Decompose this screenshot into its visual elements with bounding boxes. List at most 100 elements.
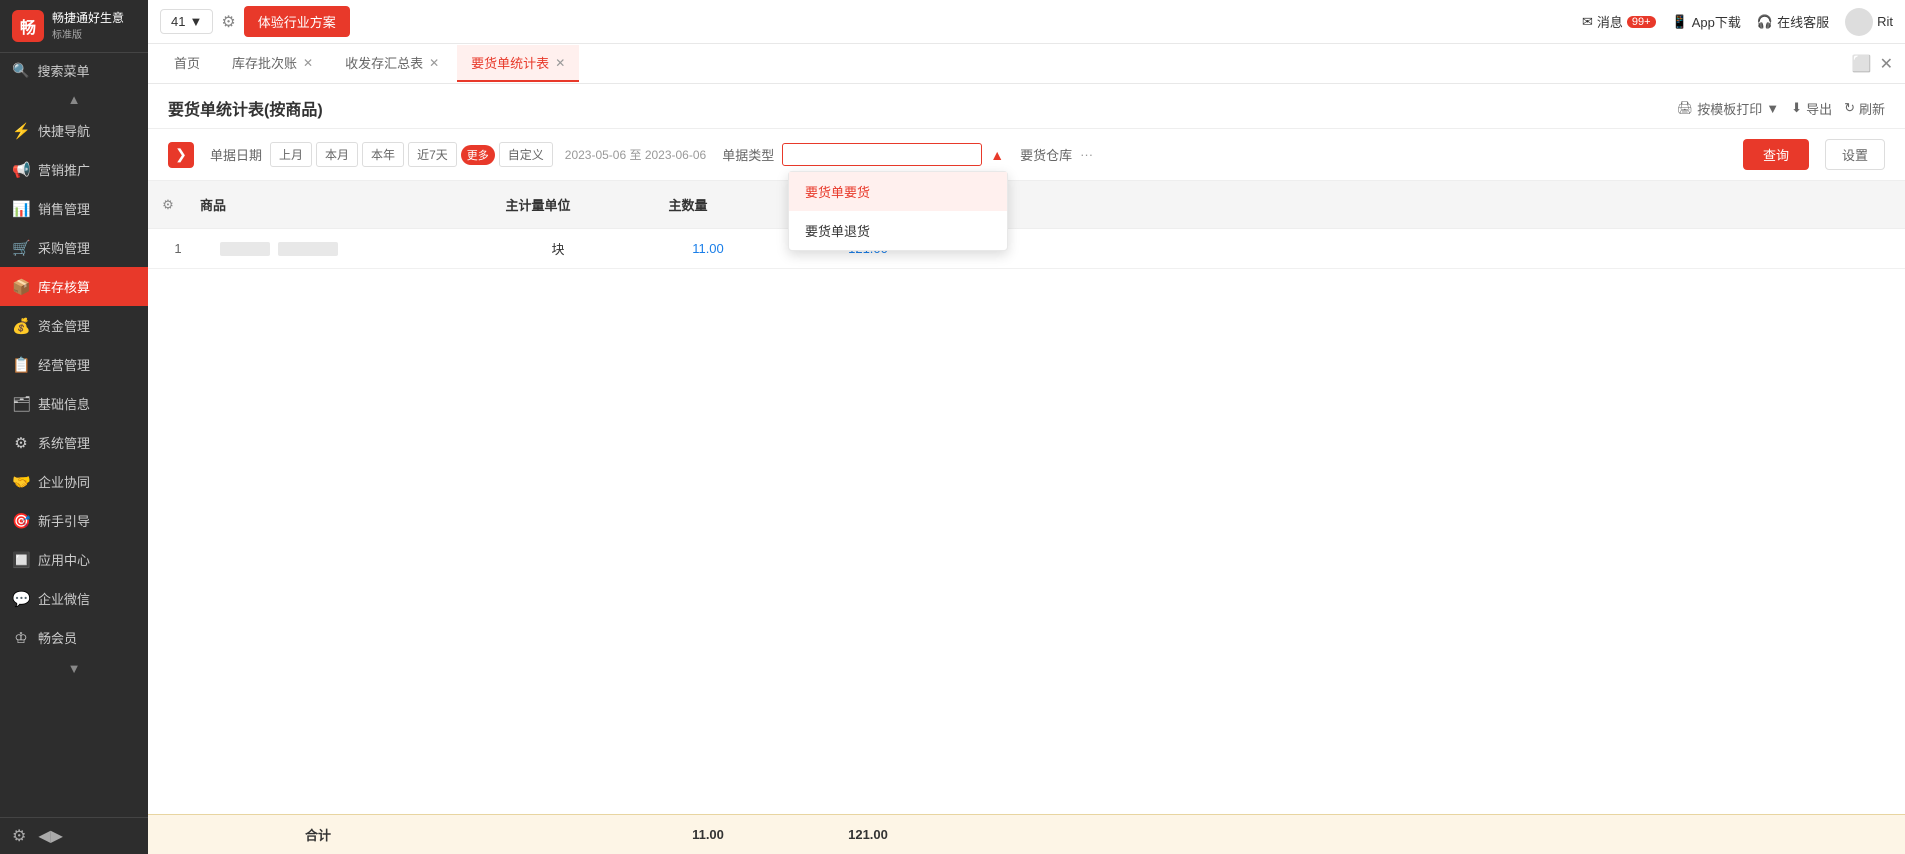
sidebar-item-sales[interactable]: 📊 销售管理 [0, 189, 148, 228]
sidebar-item-marketing[interactable]: 📢 营销推广 [0, 150, 148, 189]
date-btn-this-month[interactable]: 本月 [316, 142, 358, 167]
tab-close-all-icon[interactable]: ✕ [1880, 54, 1893, 74]
settings-icon[interactable]: ⚙ [12, 826, 26, 846]
sidebar-item-label: 企业协同 [38, 472, 90, 491]
app-download-btn[interactable]: 📱 App下载 [1672, 12, 1741, 31]
goods-placeholder [220, 242, 476, 256]
sidebar-item-label: 新手引导 [38, 511, 90, 530]
type-dropdown-arrow-icon[interactable]: ▲ [990, 147, 1004, 163]
sidebar: 畅 畅捷通好生意 标准版 🔍 搜索菜单 ▲ ⚡ 快捷导航 📢 营销推广 📊 销售… [0, 0, 148, 854]
sidebar-item-inventory[interactable]: 📦 库存核算 [0, 267, 148, 306]
table-header: ⚙ 商品 主计量单位 主数量 零售金额 [148, 181, 1905, 229]
guide-icon: 🎯 [12, 512, 30, 530]
tab-restore-icon[interactable]: ⬜ [1852, 54, 1872, 74]
inventory-icon: 📦 [12, 278, 30, 296]
print-label: 按模板打印 [1697, 99, 1762, 118]
export-icon: ⬇ [1791, 100, 1802, 116]
trial-btn[interactable]: 体验行业方案 [244, 6, 350, 37]
quick-nav-icon: ⚡ [12, 122, 30, 140]
date-label: 单据日期 [210, 145, 262, 164]
user-name: Rit [1877, 14, 1893, 29]
type-input[interactable] [782, 143, 982, 166]
content-area: 要货单统计表(按商品) 🖨 按模板打印 ▼ ⬇ 导出 ↻ 刷新 ❯ [148, 84, 1905, 854]
dropdown-item-requisition-return[interactable]: 要货单退货 [789, 211, 1007, 250]
sidebar-scroll-up[interactable]: ▲ [0, 88, 148, 111]
phone-icon: 📱 [1672, 14, 1688, 30]
refresh-label: 刷新 [1859, 99, 1885, 118]
store-value: 41 [171, 14, 185, 29]
sidebar-item-wechat[interactable]: 💬 企业微信 [0, 579, 148, 618]
app-download-label: App下载 [1692, 12, 1741, 31]
messages-btn[interactable]: ✉ 消息 99+ [1582, 12, 1656, 31]
export-label: 导出 [1806, 99, 1832, 118]
tab-requisition-stats-close[interactable]: ✕ [555, 56, 565, 70]
query-btn[interactable]: 查询 [1743, 139, 1809, 170]
logo-title: 畅捷通好生意 [52, 11, 124, 27]
table-settings-btn[interactable]: ⚙ [148, 197, 188, 213]
footer-amount: 121.00 [788, 827, 948, 842]
sidebar-item-label: 经营管理 [38, 355, 90, 374]
sales-icon: 📊 [12, 200, 30, 218]
sidebar-item-basic[interactable]: 🗂 基础信息 [0, 384, 148, 423]
store-dropdown[interactable]: 41 ▼ [160, 9, 213, 34]
sidebar-item-enterprise[interactable]: 🤝 企业协同 [0, 462, 148, 501]
dropdown-arrow-icon: ▼ [189, 14, 202, 29]
tab-inventory-batch-close[interactable]: ✕ [303, 56, 313, 70]
table-empty-space [148, 269, 1905, 814]
topbar: 41 ▼ ⚙ 体验行业方案 ✉ 消息 99+ 📱 App下载 🎧 在线客服 R [148, 0, 1905, 44]
date-more-tag[interactable]: 更多 [461, 145, 495, 165]
page-actions: 🖨 按模板打印 ▼ ⬇ 导出 ↻ 刷新 [1677, 99, 1885, 118]
sidebar-item-appstore[interactable]: 🔲 应用中心 [0, 540, 148, 579]
sidebar-item-vip[interactable]: ♔ 畅会员 [0, 618, 148, 657]
table-footer: 合计 11.00 121.00 [148, 814, 1905, 854]
type-filter-group: 单据类型 ▲ [722, 143, 1004, 166]
warehouse-more-icon[interactable]: ··· [1080, 147, 1093, 162]
date-buttons: 上月 本月 本年 近7天 更多 自定义 [270, 142, 553, 167]
tab-receive-summary[interactable]: 收发存汇总表 ✕ [331, 45, 453, 82]
sidebar-item-guide[interactable]: 🎯 新手引导 [0, 501, 148, 540]
warehouse-label: 要货仓库 [1020, 145, 1072, 164]
sidebar-item-label: 资金管理 [38, 316, 90, 335]
export-action[interactable]: ⬇ 导出 [1791, 99, 1832, 118]
topbar-gear-icon[interactable]: ⚙ [221, 12, 235, 32]
sidebar-search-label: 搜索菜单 [37, 61, 89, 80]
date-btn-custom[interactable]: 自定义 [499, 142, 553, 167]
sidebar-item-finance[interactable]: 💰 资金管理 [0, 306, 148, 345]
sidebar-search[interactable]: 🔍 搜索菜单 [0, 53, 148, 88]
purchase-icon: 🛒 [12, 239, 30, 257]
refresh-action[interactable]: ↻ 刷新 [1844, 99, 1885, 118]
date-btn-last-month[interactable]: 上月 [270, 142, 312, 167]
cell-qty-1[interactable]: 11.00 [628, 235, 788, 262]
sidebar-item-label: 销售管理 [38, 199, 90, 218]
date-btn-7days[interactable]: 近7天 [408, 142, 457, 167]
goods-tag-2 [278, 242, 338, 256]
set-btn[interactable]: 设置 [1825, 139, 1885, 170]
type-label: 单据类型 [722, 145, 774, 164]
date-filter-group: 单据日期 上月 本月 本年 近7天 更多 自定义 2023-05-06 至 20… [210, 142, 706, 167]
print-icon: 🖨 [1677, 100, 1694, 116]
tab-requisition-stats[interactable]: 要货单统计表 ✕ [457, 45, 579, 82]
date-btn-this-year[interactable]: 本年 [362, 142, 404, 167]
dropdown-item-requisition-goods[interactable]: 要货单要货 [789, 172, 1007, 211]
sidebar-scroll-down[interactable]: ▼ [0, 657, 148, 680]
sidebar-item-label: 应用中心 [38, 550, 90, 569]
tab-receive-summary-close[interactable]: ✕ [429, 56, 439, 70]
print-action[interactable]: 🖨 按模板打印 ▼ [1677, 99, 1779, 118]
filter-toggle-btn[interactable]: ❯ [168, 142, 194, 168]
sidebar-item-system[interactable]: ⚙ 系统管理 [0, 423, 148, 462]
online-service-label: 在线客服 [1777, 12, 1829, 31]
user-avatar-btn[interactable]: Rit [1845, 8, 1893, 36]
sidebar-item-label: 企业微信 [38, 589, 90, 608]
collapse-icon[interactable]: ◀▶ [38, 826, 63, 846]
data-table: ⚙ 商品 主计量单位 主数量 零售金额 1 块 11.00 121.00 [148, 181, 1905, 854]
sidebar-item-quick-nav[interactable]: ⚡ 快捷导航 [0, 111, 148, 150]
refresh-icon: ↻ [1844, 100, 1855, 116]
sidebar-item-operation[interactable]: 📋 经营管理 [0, 345, 148, 384]
goods-tag-1 [220, 242, 270, 256]
sidebar-item-label: 采购管理 [38, 238, 90, 257]
wechat-icon: 💬 [12, 590, 30, 608]
sidebar-item-purchase[interactable]: 🛒 采购管理 [0, 228, 148, 267]
tab-inventory-batch[interactable]: 库存批次账 ✕ [218, 45, 327, 82]
online-service-btn[interactable]: 🎧 在线客服 [1757, 12, 1829, 31]
tab-home[interactable]: 首页 [160, 45, 214, 82]
